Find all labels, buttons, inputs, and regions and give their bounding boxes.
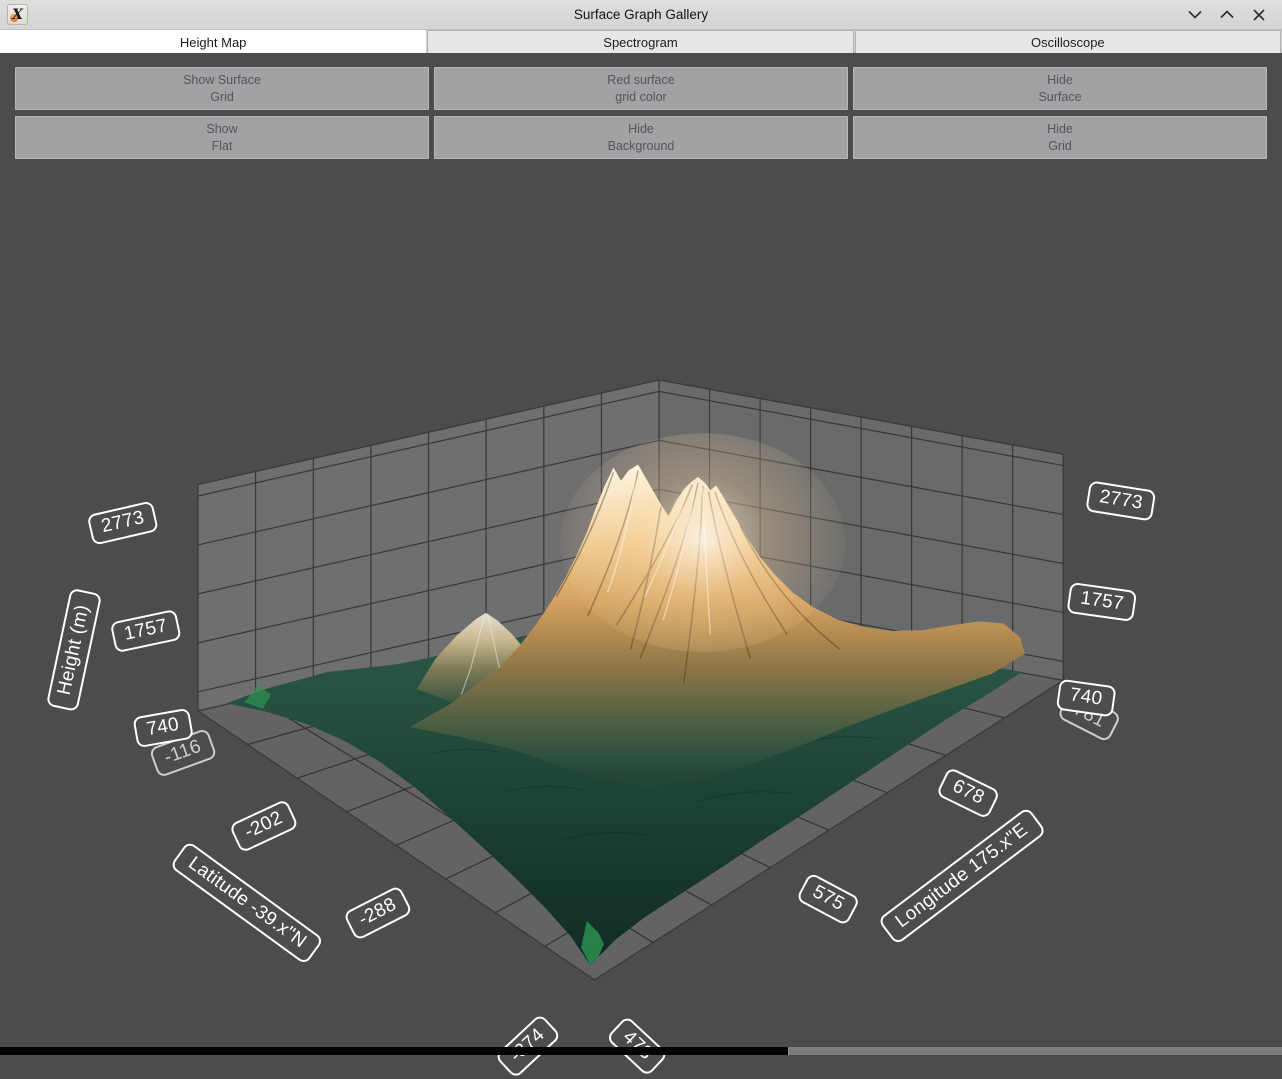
bottom-strip-dark — [0, 1047, 788, 1055]
surface-grid-color-button[interactable]: Red surface grid color — [434, 67, 848, 110]
tab-spectrogram[interactable]: Spectrogram — [427, 30, 853, 53]
shade-button[interactable] — [1184, 4, 1206, 26]
hide-background-button[interactable]: Hide Background — [434, 116, 848, 159]
sunlight-glow — [560, 433, 845, 652]
show-flat-button[interactable]: Show Flat — [15, 116, 429, 159]
title-bar: X Surface Graph Gallery — [0, 0, 1282, 30]
window-title: Surface Graph Gallery — [0, 7, 1282, 22]
tab-height-map[interactable]: Height Map — [0, 30, 426, 53]
bottom-strip-light — [788, 1047, 1282, 1055]
app-menu-icon[interactable]: X — [7, 4, 28, 25]
tab-bar: Height Map Spectrogram Oscilloscope — [0, 30, 1282, 53]
tab-oscilloscope[interactable]: Oscilloscope — [855, 30, 1281, 53]
hide-surface-button[interactable]: Hide Surface — [853, 67, 1267, 110]
x11-logo-icon: X — [12, 8, 23, 22]
chevron-up-icon — [1220, 10, 1234, 19]
surface-plot-3d[interactable] — [0, 52, 1282, 1055]
hide-grid-button[interactable]: Hide Grid — [853, 116, 1267, 159]
chevron-down-icon — [1188, 10, 1202, 19]
bottom-edge-strip — [0, 1047, 1282, 1055]
close-icon — [1253, 9, 1265, 21]
window-controls — [1184, 4, 1282, 26]
close-button[interactable] — [1248, 4, 1270, 26]
show-surface-grid-button[interactable]: Show Surface Grid — [15, 67, 429, 110]
maximize-button[interactable] — [1216, 4, 1238, 26]
toolbar: Show Surface Grid Red surface grid color… — [0, 53, 1282, 159]
